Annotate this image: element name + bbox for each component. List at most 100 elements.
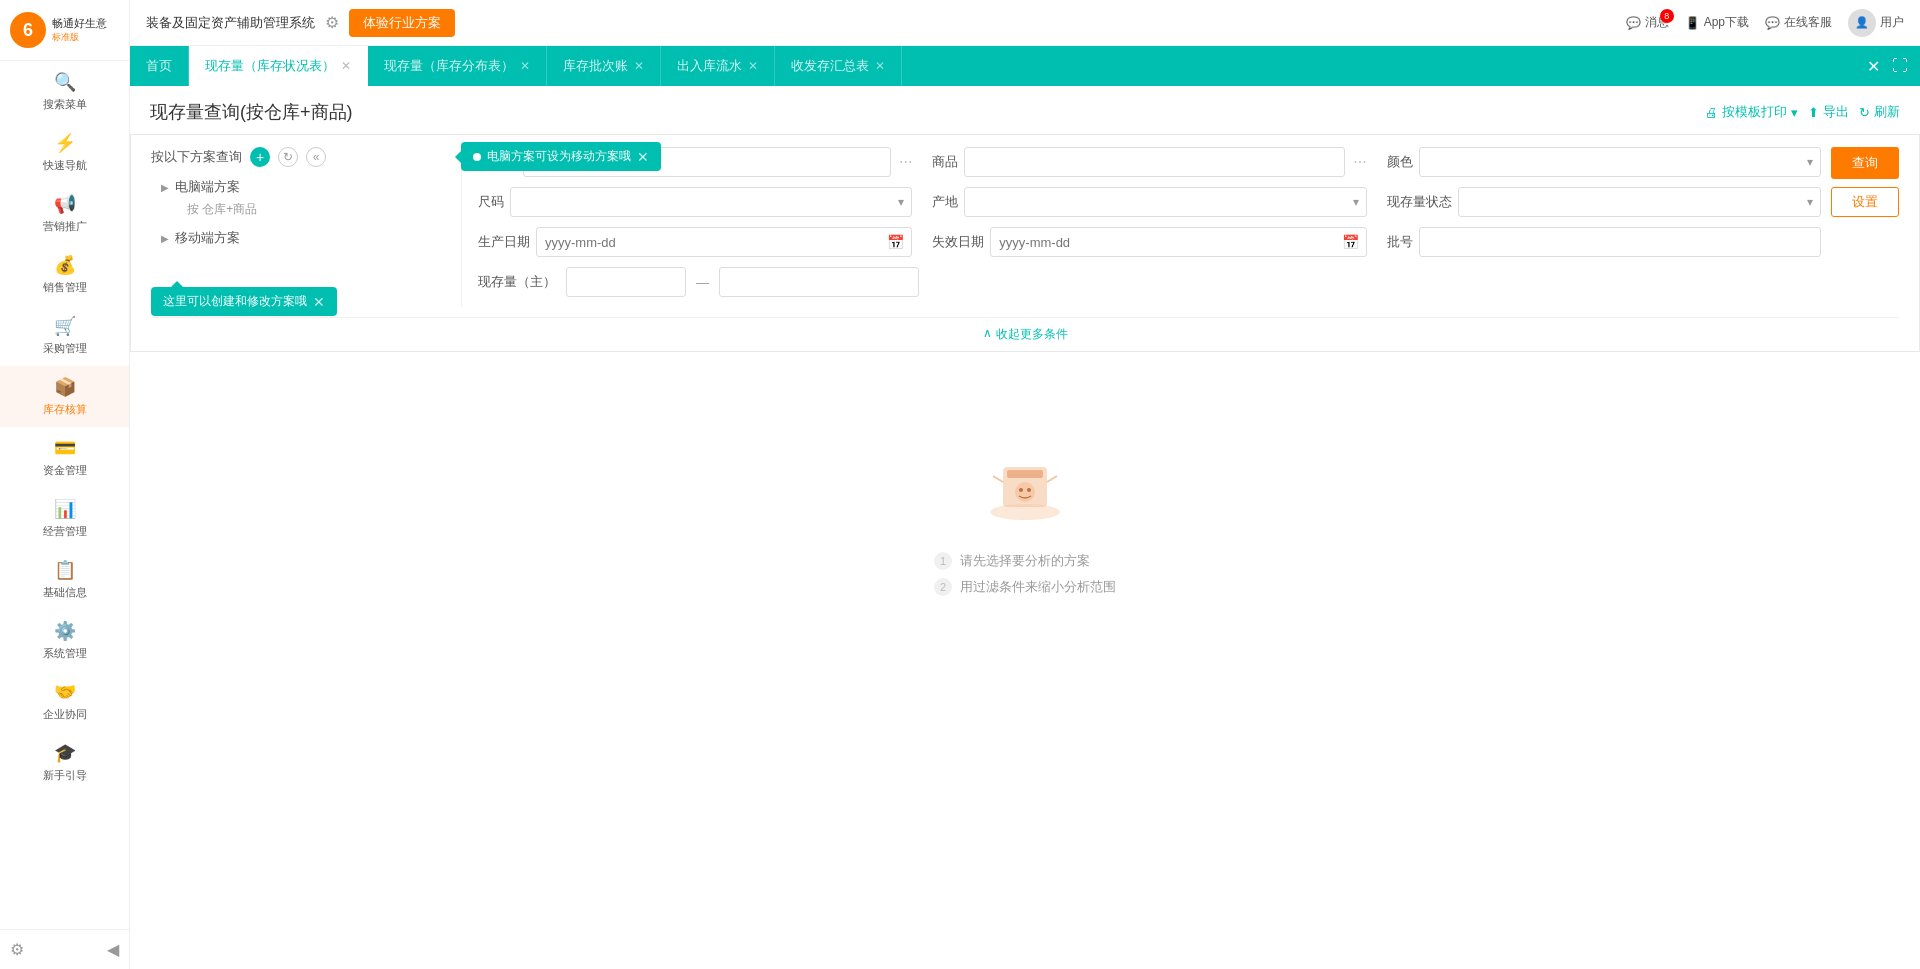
tab-inventory-status-close[interactable]: ✕ bbox=[341, 59, 351, 73]
tooltip-scheme: 电脑方案可设为移动方案哦 ✕ bbox=[461, 142, 661, 171]
tooltip-edit-close[interactable]: ✕ bbox=[313, 294, 325, 310]
svg-rect-2 bbox=[1007, 470, 1043, 478]
sidebar-label-basic: 基础信息 bbox=[43, 585, 87, 600]
sidebar: 6 畅通好生意 标准版 🔍搜索菜单⚡快速导航📢营销推广💰销售管理🛒采购管理📦库存… bbox=[0, 0, 130, 969]
tab-close-all-btn[interactable]: ✕ bbox=[1863, 53, 1884, 80]
size-select[interactable] bbox=[510, 187, 912, 217]
stock-status-label: 现存量状态 bbox=[1387, 193, 1452, 211]
inventory-icon: 📦 bbox=[54, 376, 76, 398]
tab-batch-ledger-close[interactable]: ✕ bbox=[634, 59, 644, 73]
sales-icon: 💰 bbox=[54, 254, 76, 276]
filter-back-btn[interactable]: « bbox=[306, 147, 326, 167]
tab-home-label: 首页 bbox=[146, 57, 172, 75]
sidebar-label-marketing: 营销推广 bbox=[43, 219, 87, 234]
settings-footer-icon[interactable]: ⚙ bbox=[10, 940, 24, 959]
empty-step2-label: 用过滤条件来缩小分析范围 bbox=[960, 578, 1116, 596]
prod-date-calendar-icon[interactable]: 📅 bbox=[887, 234, 904, 250]
user-action[interactable]: 👤 用户 bbox=[1848, 9, 1904, 37]
notification-action[interactable]: 💬 消息 8 bbox=[1626, 14, 1669, 31]
tab-inout-flow-close[interactable]: ✕ bbox=[748, 59, 758, 73]
sidebar-item-quick[interactable]: ⚡快速导航 bbox=[0, 122, 129, 183]
sidebar-label-system: 系统管理 bbox=[43, 646, 87, 661]
filter-section-label: 按以下方案查询 bbox=[151, 148, 242, 166]
product-dots[interactable]: ··· bbox=[1353, 153, 1366, 171]
tab-inventory-dist-close[interactable]: ✕ bbox=[520, 59, 530, 73]
refresh-btn[interactable]: ↻ 刷新 bbox=[1859, 103, 1900, 121]
sidebar-label-search: 搜索菜单 bbox=[43, 97, 87, 112]
stock-status-select[interactable] bbox=[1458, 187, 1821, 217]
stock-main-from-input[interactable] bbox=[566, 267, 686, 297]
field-batch: 批号 bbox=[1387, 227, 1821, 257]
sidebar-item-search[interactable]: 🔍搜索菜单 bbox=[0, 61, 129, 122]
sidebar-item-guide[interactable]: 🎓新手引导 bbox=[0, 732, 129, 793]
scheme-mobile[interactable]: ▶ 移动端方案 bbox=[161, 226, 451, 250]
notification-badge: 8 bbox=[1660, 9, 1674, 23]
origin-select[interactable] bbox=[964, 187, 1366, 217]
filter-add-btn[interactable]: + bbox=[250, 147, 270, 167]
sidebar-item-system[interactable]: ⚙️系统管理 bbox=[0, 610, 129, 671]
export-btn[interactable]: ⬆ 导出 bbox=[1808, 103, 1849, 121]
sidebar-item-purchase[interactable]: 🛒采购管理 bbox=[0, 305, 129, 366]
system-name: 装备及固定资产辅助管理系统 bbox=[146, 14, 315, 32]
color-select[interactable] bbox=[1419, 147, 1821, 177]
scheme-mobile-tree: ▶ 移动端方案 bbox=[161, 226, 451, 250]
sidebar-item-marketing[interactable]: 📢营销推广 bbox=[0, 183, 129, 244]
scheme-pc-sub: 按 仓库+商品 bbox=[187, 199, 451, 220]
collapse-sidebar-btn[interactable]: ◀ bbox=[107, 940, 119, 959]
product-input[interactable] bbox=[964, 147, 1345, 177]
settings-icon[interactable]: ⚙ bbox=[325, 13, 339, 32]
tab-bar: 首页 现存量（库存状况表） ✕ 现存量（库存分布表） ✕ 库存批次账 ✕ 出入库… bbox=[130, 46, 1920, 86]
export-icon: ⬆ bbox=[1808, 105, 1819, 120]
filter-refresh-btn[interactable]: ↻ bbox=[278, 147, 298, 167]
sidebar-item-finance[interactable]: 💳资金管理 bbox=[0, 427, 129, 488]
scheme-mobile-label: 移动端方案 bbox=[175, 229, 240, 247]
print-btn[interactable]: 🖨 按模板打印 ▾ bbox=[1705, 103, 1798, 121]
stock-main-to-input[interactable] bbox=[719, 267, 919, 297]
empty-step1-label: 请先选择要分析的方案 bbox=[960, 552, 1090, 570]
scheme-pc[interactable]: ▶ 电脑端方案 bbox=[161, 175, 451, 199]
batch-input[interactable] bbox=[1419, 227, 1821, 257]
sidebar-nav: 🔍搜索菜单⚡快速导航📢营销推广💰销售管理🛒采购管理 📦 库存核算 💳资金管理📊经营管理… bbox=[0, 61, 129, 929]
filter-panel: 按以下方案查询 + ↻ « ▶ 电脑端方案 bbox=[130, 134, 1920, 352]
app-download-action[interactable]: 📱 App下载 bbox=[1685, 14, 1749, 31]
scheme-pc-arrow: ▶ bbox=[161, 182, 169, 193]
tab-inout-flow[interactable]: 出入库流水 ✕ bbox=[661, 46, 775, 86]
field-color: 颜色 bbox=[1387, 147, 1821, 177]
experience-btn[interactable]: 体验行业方案 bbox=[349, 9, 455, 37]
tooltip-edit-text: 这里可以创建和修改方案哦 bbox=[163, 293, 307, 310]
phone-icon: 📱 bbox=[1685, 16, 1700, 30]
field-origin: 产地 bbox=[932, 187, 1366, 217]
online-service-action[interactable]: 💬 在线客服 bbox=[1765, 14, 1832, 31]
field-expire-date: 失效日期 📅 bbox=[932, 227, 1366, 257]
field-stock-status: 现存量状态 bbox=[1387, 187, 1821, 217]
expire-date-input[interactable] bbox=[990, 227, 1366, 257]
tab-receive-summary-close[interactable]: ✕ bbox=[875, 59, 885, 73]
sidebar-item-basic[interactable]: 📋基础信息 bbox=[0, 549, 129, 610]
search-btn[interactable]: 查询 bbox=[1831, 147, 1899, 179]
sidebar-item-enterprise[interactable]: 🤝企业协同 bbox=[0, 671, 129, 732]
sidebar-item-operation[interactable]: 📊经营管理 bbox=[0, 488, 129, 549]
set-btn[interactable]: 设置 bbox=[1831, 187, 1899, 217]
app-download-label: App下载 bbox=[1704, 14, 1749, 31]
expire-date-calendar-icon[interactable]: 📅 bbox=[1342, 234, 1359, 250]
sidebar-item-inventory[interactable]: 📦 库存核算 bbox=[0, 366, 129, 427]
finance-icon: 💳 bbox=[54, 437, 76, 459]
empty-state: 1 请先选择要分析的方案 2 用过滤条件来缩小分析范围 bbox=[130, 352, 1920, 684]
sidebar-item-sales[interactable]: 💰销售管理 bbox=[0, 244, 129, 305]
tab-inventory-status[interactable]: 现存量（库存状况表） ✕ bbox=[189, 46, 368, 86]
page-title: 现存量查询(按仓库+商品) bbox=[150, 100, 353, 124]
tab-receive-summary[interactable]: 收发存汇总表 ✕ bbox=[775, 46, 902, 86]
sidebar-label-inventory: 库存核算 bbox=[43, 402, 87, 417]
tab-home[interactable]: 首页 bbox=[130, 46, 189, 86]
collapse-bar[interactable]: ∧ 收起更多条件 bbox=[151, 317, 1899, 351]
prod-date-input[interactable] bbox=[536, 227, 912, 257]
tab-batch-ledger[interactable]: 库存批次账 ✕ bbox=[547, 46, 661, 86]
warehouse-dots[interactable]: ··· bbox=[899, 153, 912, 171]
tooltip-scheme-close[interactable]: ✕ bbox=[637, 149, 649, 165]
field-prod-date: 生产日期 📅 bbox=[478, 227, 912, 257]
tooltip-scheme-dot bbox=[473, 153, 481, 161]
print-dropdown-icon: ▾ bbox=[1791, 105, 1798, 120]
print-label: 按模板打印 bbox=[1722, 103, 1787, 121]
tab-inventory-dist[interactable]: 现存量（库存分布表） ✕ bbox=[368, 46, 547, 86]
tab-expand-btn[interactable]: ⛶ bbox=[1888, 53, 1912, 79]
